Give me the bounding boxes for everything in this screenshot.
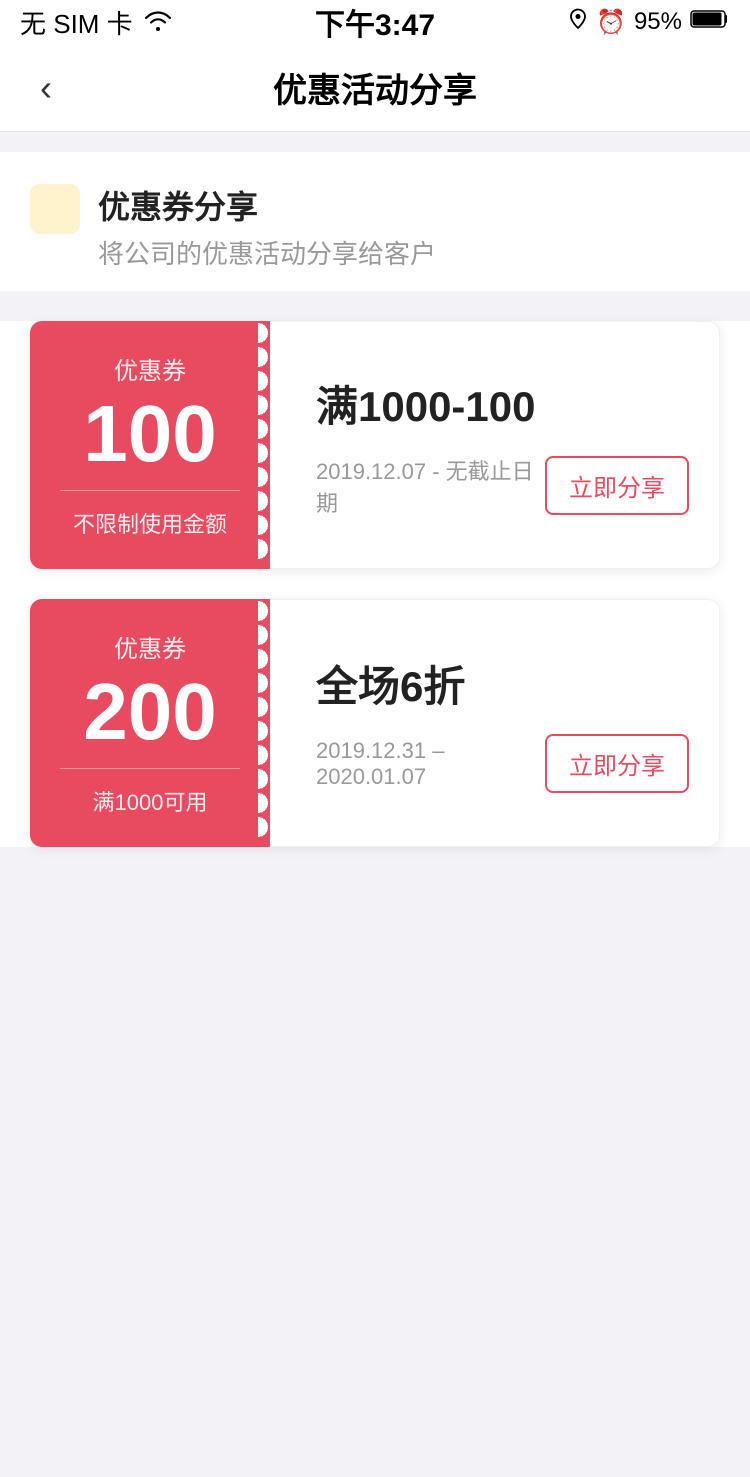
coupon-amount-1: 100	[83, 394, 216, 474]
coupon-type-label-2: 优惠券	[114, 629, 186, 664]
section-header: 🎫 优惠券分享 将公司的优惠活动分享给客户	[0, 152, 750, 291]
coupon-type-label-1: 优惠券	[114, 351, 186, 386]
page-title: 优惠活动分享	[273, 63, 477, 112]
section-text: 优惠券分享 将公司的优惠活动分享给客户	[98, 182, 436, 271]
alarm-icon: ⏰	[596, 8, 626, 37]
section-title: 优惠券分享	[98, 182, 436, 228]
status-left: 无 SIM 卡	[20, 4, 173, 41]
coupon-right-2: 全场6折 2019.12.31 – 2020.01.07 立即分享	[270, 599, 720, 847]
coupon-left-1: 优惠券 100 不限制使用金额	[30, 321, 270, 569]
status-time: 下午3:47	[315, 0, 435, 44]
coupon-condition-1: 不限制使用金额	[73, 507, 227, 539]
coupon-bottom-row-1: 2019.12.07 - 无截止日期 立即分享	[316, 454, 689, 518]
coupon-name-1: 满1000-100	[316, 373, 689, 434]
back-button[interactable]: ‹	[30, 57, 62, 119]
coupon-divider-2	[60, 768, 240, 769]
coupon-date-2: 2019.12.31 – 2020.01.07	[316, 738, 545, 790]
bottom-space	[0, 877, 750, 1477]
battery-text: 95%	[634, 8, 682, 36]
coupon-date-1: 2019.12.07 - 无截止日期	[316, 454, 545, 518]
coupon-left-2: 优惠券 200 满1000可用	[30, 599, 270, 847]
coupon-item: 优惠券 100 不限制使用金额 满1000-100 2019.12.07 - 无…	[30, 321, 720, 569]
share-button-2[interactable]: 立即分享	[545, 734, 689, 793]
coupon-condition-2: 满1000可用	[93, 785, 208, 817]
coupon-item-2: 优惠券 200 满1000可用 全场6折 2019.12.31 – 2020.0…	[30, 599, 720, 847]
coupon-name-2: 全场6折	[316, 653, 689, 714]
status-right: ⏰ 95%	[568, 8, 730, 37]
location-icon	[568, 8, 588, 37]
coupon-bottom-row-2: 2019.12.31 – 2020.01.07 立即分享	[316, 734, 689, 793]
wifi-icon	[143, 7, 173, 38]
carrier-text: 无 SIM 卡	[20, 4, 133, 41]
coupon-divider-1	[60, 490, 240, 491]
coupon-list: 优惠券 100 不限制使用金额 满1000-100 2019.12.07 - 无…	[0, 321, 750, 847]
status-bar: 无 SIM 卡 下午3:47 ⏰ 95%	[0, 0, 750, 44]
coupon-amount-2: 200	[83, 672, 216, 752]
section-subtitle: 将公司的优惠活动分享给客户	[98, 234, 436, 271]
coupon-right-1: 满1000-100 2019.12.07 - 无截止日期 立即分享	[270, 321, 720, 569]
share-button-1[interactable]: 立即分享	[545, 456, 689, 515]
nav-bar: ‹ 优惠活动分享	[0, 44, 750, 132]
coupon-section-icon: 🎫	[30, 184, 80, 234]
battery-icon	[690, 8, 730, 36]
